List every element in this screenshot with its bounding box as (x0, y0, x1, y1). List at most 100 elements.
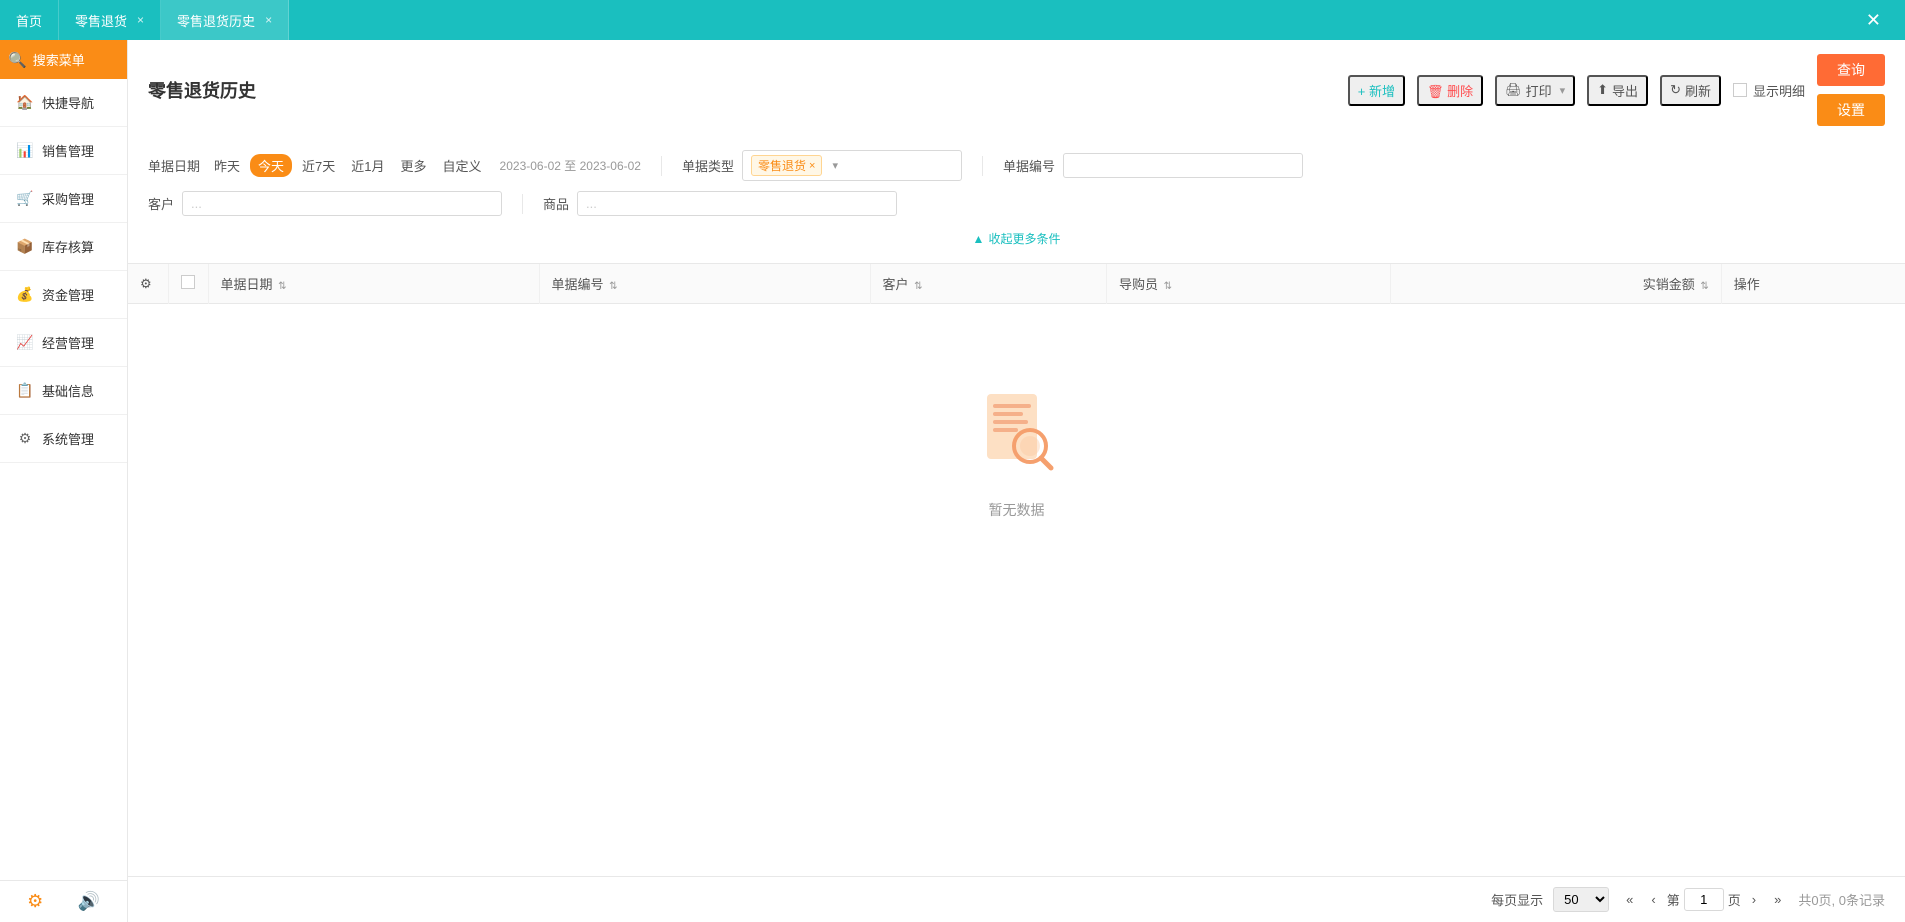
sidebar-audio-icon[interactable]: 🔊 (77, 891, 99, 912)
filter-divider-3 (522, 194, 523, 214)
col-guide-sort-icon: ⇅ (1164, 281, 1172, 292)
customer-filter: 客户 ... (148, 191, 502, 216)
query-button[interactable]: 查询 (1817, 54, 1885, 86)
customer-filter-input[interactable]: ... (182, 191, 502, 216)
goods-filter-label: 商品 (543, 194, 569, 213)
top-bar: 首页 零售退货 × 零售退货历史 × ✕ (0, 0, 1905, 40)
tab-retail-return-history-label: 零售退货历史 (177, 11, 255, 30)
page-number-input[interactable] (1684, 888, 1724, 911)
filter-row-2: 客户 ... 商品 ... (148, 191, 1885, 216)
col-number-label: 单据编号 (552, 277, 604, 292)
purchase-icon: 🛒 (16, 190, 34, 208)
col-guide[interactable]: 导购员 ⇅ (1107, 264, 1391, 304)
date-opt-yesterday[interactable]: 昨天 (208, 154, 246, 177)
sidebar-item-sales[interactable]: 📊 销售管理 (0, 127, 127, 175)
goods-filter-input[interactable]: ... (577, 191, 897, 216)
page-prev-button[interactable]: ‹ (1644, 889, 1662, 910)
col-date-sort-icon: ⇅ (278, 281, 286, 292)
window-close-button[interactable]: ✕ (1858, 10, 1889, 31)
filter-row-1: 单据日期 昨天 今天 近7天 近1月 更多 自定义 2023-06-02 至 2… (148, 150, 1885, 181)
date-opt-1month[interactable]: 近1月 (345, 154, 390, 177)
sidebar-item-business[interactable]: 📈 经营管理 (0, 319, 127, 367)
sidebar-item-label: 系统管理 (42, 429, 94, 448)
col-action: 操作 (1721, 264, 1905, 304)
sidebar-item-purchase[interactable]: 🛒 采购管理 (0, 175, 127, 223)
goods-placeholder: ... (586, 196, 597, 211)
page-total: 共0页, 0条记录 (1798, 890, 1885, 909)
type-tag: 零售退货 × (751, 155, 822, 176)
sidebar-item-system[interactable]: ⚙ 系统管理 (0, 415, 127, 463)
finance-icon: 💰 (16, 286, 34, 304)
sidebar-menu: 🏠 快捷导航 📊 销售管理 🛒 采购管理 📦 库存核算 💰 资金管理 📈 (0, 79, 127, 880)
page-first-button[interactable]: « (1619, 889, 1640, 910)
type-tag-label: 零售退货 (758, 157, 806, 174)
col-customer[interactable]: 客户 ⇅ (870, 264, 1106, 304)
export-button[interactable]: ⬆ 导出 (1587, 75, 1648, 106)
tab-retail-return-history[interactable]: 零售退货历史 × (161, 0, 289, 40)
tab-retail-return-label: 零售退货 (75, 11, 127, 30)
sidebar-item-basic-info[interactable]: 📋 基础信息 (0, 367, 127, 415)
date-opt-today[interactable]: 今天 (250, 154, 292, 177)
tab-home[interactable]: 首页 (0, 0, 59, 40)
per-page-select[interactable]: 10 20 50 100 (1553, 887, 1609, 912)
sidebar-settings-icon[interactable]: ⚙ (27, 891, 43, 912)
sidebar-item-label: 销售管理 (42, 141, 94, 160)
empty-row: 暂无数据 (128, 304, 1905, 601)
type-filter: 单据类型 零售退货 × ▾ (682, 150, 962, 181)
customer-filter-label: 客户 (148, 194, 174, 213)
setting-button[interactable]: 设置 (1817, 94, 1885, 126)
sidebar-item-inventory[interactable]: 📦 库存核算 (0, 223, 127, 271)
page-last-button[interactable]: » (1767, 889, 1788, 910)
type-dropdown-icon: ▾ (832, 159, 838, 172)
display-switch[interactable]: 显示明细 (1733, 81, 1805, 100)
date-opt-custom[interactable]: 自定义 (437, 154, 488, 177)
page-next-button[interactable]: › (1745, 889, 1763, 910)
number-filter-label: 单据编号 (1003, 156, 1055, 175)
sidebar-item-label: 基础信息 (42, 381, 94, 400)
print-button[interactable]: 🖨 打印 ▾ (1495, 75, 1575, 106)
empty-cell: 暂无数据 (128, 304, 1905, 601)
number-filter-input[interactable] (1063, 153, 1303, 178)
action-buttons: 查询 设置 (1817, 54, 1885, 126)
print-dropdown-icon: ▾ (1560, 84, 1566, 97)
refresh-icon: ↻ (1670, 82, 1681, 98)
filter-area: 单据日期 昨天 今天 近7天 近1月 更多 自定义 2023-06-02 至 2… (148, 138, 1885, 263)
pagination-bar: 每页显示 10 20 50 100 « ‹ 第 页 › » 共0页, 0条记录 (128, 876, 1905, 922)
date-opt-more[interactable]: 更多 (395, 154, 433, 177)
refresh-button[interactable]: ↻ 刷新 (1660, 75, 1721, 106)
col-check[interactable] (168, 264, 208, 304)
col-number-sort-icon: ⇅ (609, 281, 617, 292)
sidebar-item-quick-nav[interactable]: 🏠 快捷导航 (0, 79, 127, 127)
sidebar-search[interactable]: 🔍 搜索菜单 (0, 40, 127, 79)
collapse-button[interactable]: ▲ 收起更多条件 (973, 230, 1061, 247)
search-icon: 🔍 (8, 51, 27, 69)
col-amount-label: 实销金额 (1643, 277, 1695, 292)
date-opt-7days[interactable]: 近7天 (296, 154, 341, 177)
select-all-checkbox[interactable] (181, 275, 195, 289)
tab-retail-return[interactable]: 零售退货 × (59, 0, 161, 40)
delete-button[interactable]: 🗑 删除 (1417, 75, 1483, 106)
page-label: 第 (1667, 890, 1680, 909)
col-date[interactable]: 单据日期 ⇅ (208, 264, 539, 304)
tab-retail-return-close[interactable]: × (137, 13, 144, 27)
print-icon: 🖨 (1505, 82, 1522, 98)
add-button[interactable]: + 新增 (1348, 75, 1405, 106)
sidebar-item-finance[interactable]: 💰 资金管理 (0, 271, 127, 319)
tab-retail-return-history-close[interactable]: × (265, 13, 272, 27)
page-title: 零售退货历史 (148, 77, 256, 103)
page-nav: « ‹ 第 页 › » (1619, 888, 1788, 911)
basic-info-icon: 📋 (16, 382, 34, 400)
display-toggle-checkbox[interactable] (1733, 83, 1747, 97)
col-number[interactable]: 单据编号 ⇅ (539, 264, 870, 304)
collapse-up-icon: ▲ (973, 232, 985, 246)
sidebar-item-label: 资金管理 (42, 285, 94, 304)
page-header: 零售退货历史 + 新增 🗑 删除 🖨 打印 ▾ ⬆ 导出 ↻ (128, 40, 1905, 264)
sidebar-item-label: 经营管理 (42, 333, 94, 352)
type-filter-input[interactable]: 零售退货 × ▾ (742, 150, 962, 181)
type-tag-close[interactable]: × (809, 160, 815, 172)
col-settings[interactable]: ⚙ (128, 264, 168, 304)
sidebar-item-label: 快捷导航 (42, 93, 94, 112)
customer-placeholder: ... (191, 196, 202, 211)
col-amount[interactable]: 实销金额 ⇅ (1390, 264, 1721, 304)
col-amount-sort-icon: ⇅ (1700, 281, 1708, 292)
